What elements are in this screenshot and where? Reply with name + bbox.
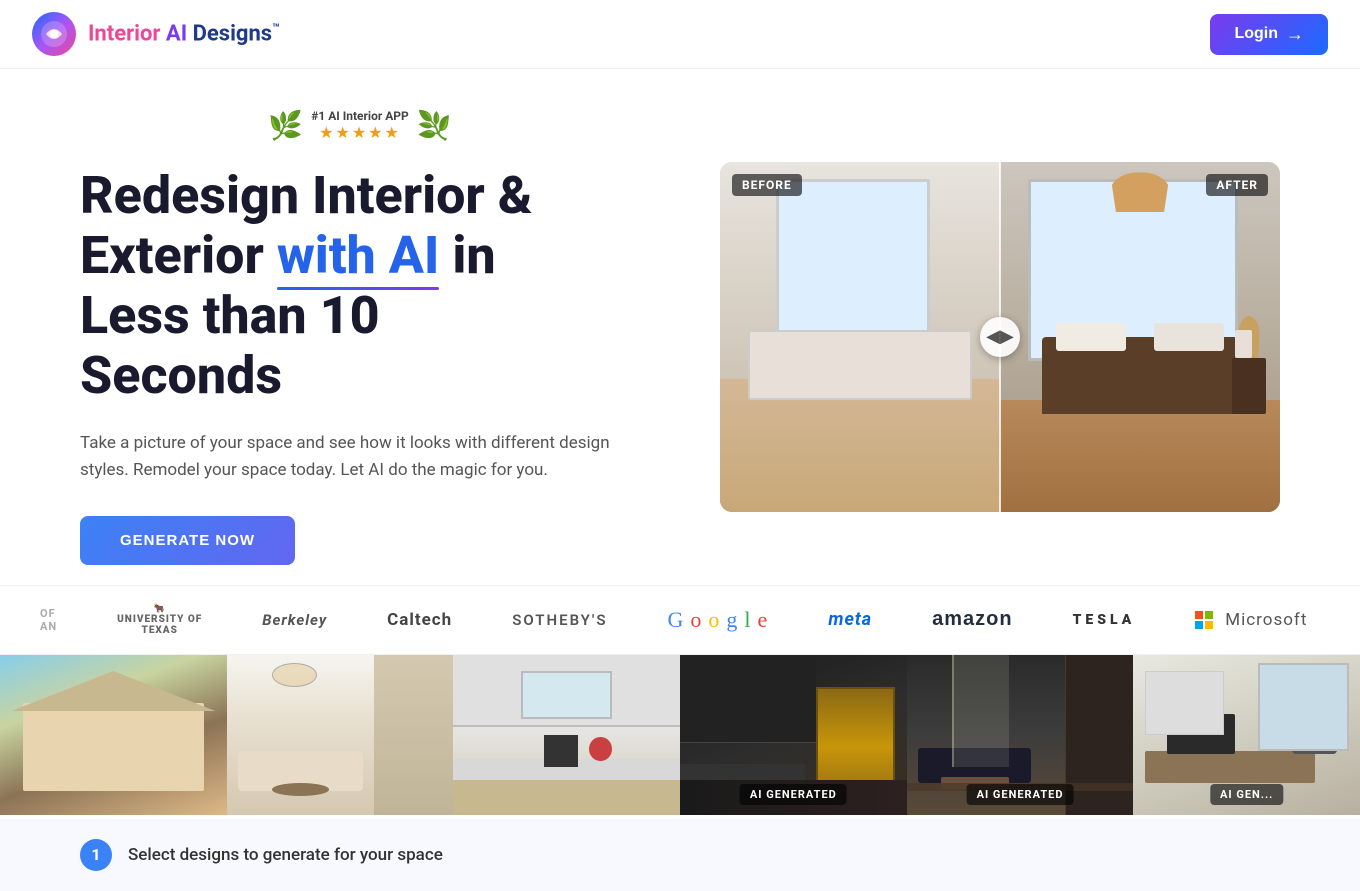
before-label: BEFORE [732, 174, 802, 196]
gallery-item-living[interactable] [227, 655, 454, 815]
gallery-item-dark-kitchen[interactable]: AI GENERATED [680, 655, 907, 815]
logo-meta: meta [828, 609, 872, 630]
after-label: AFTER [1206, 174, 1268, 196]
ai-badge-dark-kitchen: AI GENERATED [740, 784, 847, 805]
gallery-item-kitchen[interactable] [453, 655, 680, 815]
logo-microsoft: Microsoft [1195, 610, 1307, 630]
hero-left-content: 🌿 #1 AI Interior APP ★★★★★ 🌿 Redesign In… [80, 109, 640, 565]
step-section: 1 Select designs to generate for your sp… [0, 819, 1360, 891]
with-ai-text: with AI [277, 225, 440, 286]
generate-now-button[interactable]: GENERATE NOW [80, 516, 295, 565]
slider-handle[interactable]: ◀▶ [980, 317, 1020, 357]
award-badge: 🌿 #1 AI Interior APP ★★★★★ 🌿 [80, 109, 640, 142]
brand-name-text: Interior AI Designs™ [88, 21, 280, 46]
after-image: AFTER [1000, 162, 1280, 512]
logos-strip: OFAN 🐂 UNIVERSITY OF TEXAS Berkeley Calt… [0, 585, 1360, 655]
logo-law: OFAN [40, 607, 57, 633]
step-1-text: Select designs to generate for your spac… [128, 845, 443, 865]
step-1-number: 1 [80, 839, 112, 871]
laurel-left-icon: 🌿 [268, 109, 303, 142]
gallery-item-office[interactable]: AI GEN... [1133, 655, 1360, 815]
logos-track: OFAN 🐂 UNIVERSITY OF TEXAS Berkeley Calt… [0, 604, 1360, 636]
hero-section: 🌿 #1 AI Interior APP ★★★★★ 🌿 Redesign In… [0, 69, 1360, 585]
navbar: Interior AI Designs™ Login → [0, 0, 1360, 69]
gallery-item-exterior[interactable] [0, 655, 227, 815]
login-arrow-icon: → [1286, 24, 1304, 45]
logo-caltech: Caltech [387, 610, 452, 630]
brand-logo-icon [32, 12, 76, 56]
before-image: BEFORE [720, 162, 1000, 512]
hero-description: Take a picture of your space and see how… [80, 430, 640, 484]
logo-tesla: TESLA [1073, 612, 1136, 628]
award-title: #1 AI Interior APP [311, 109, 409, 123]
logo-berkeley: Berkeley [262, 611, 327, 629]
logo-texas: 🐂 UNIVERSITY OF TEXAS [117, 604, 202, 636]
login-button[interactable]: Login → [1210, 14, 1328, 55]
gallery-item-modern-living[interactable]: AI GENERATED [907, 655, 1134, 815]
ai-badge-modern-living: AI GENERATED [967, 784, 1074, 805]
logo-sothebys: SOTHEBY'S [512, 611, 607, 629]
ai-badge-office: AI GEN... [1210, 784, 1283, 805]
navbar-brand: Interior AI Designs™ [32, 12, 280, 56]
logo-google: Google [668, 607, 769, 633]
hero-headline: Redesign Interior & Exterior with AI in … [80, 166, 640, 405]
logo-amazon: amazon [932, 608, 1012, 631]
award-stars: ★★★★★ [311, 123, 409, 142]
image-gallery: AI GENERATED AI GENERATED [0, 655, 1360, 815]
laurel-right-icon: 🌿 [417, 109, 452, 142]
before-after-comparison[interactable]: BEFORE ◀▶ [720, 162, 1280, 512]
